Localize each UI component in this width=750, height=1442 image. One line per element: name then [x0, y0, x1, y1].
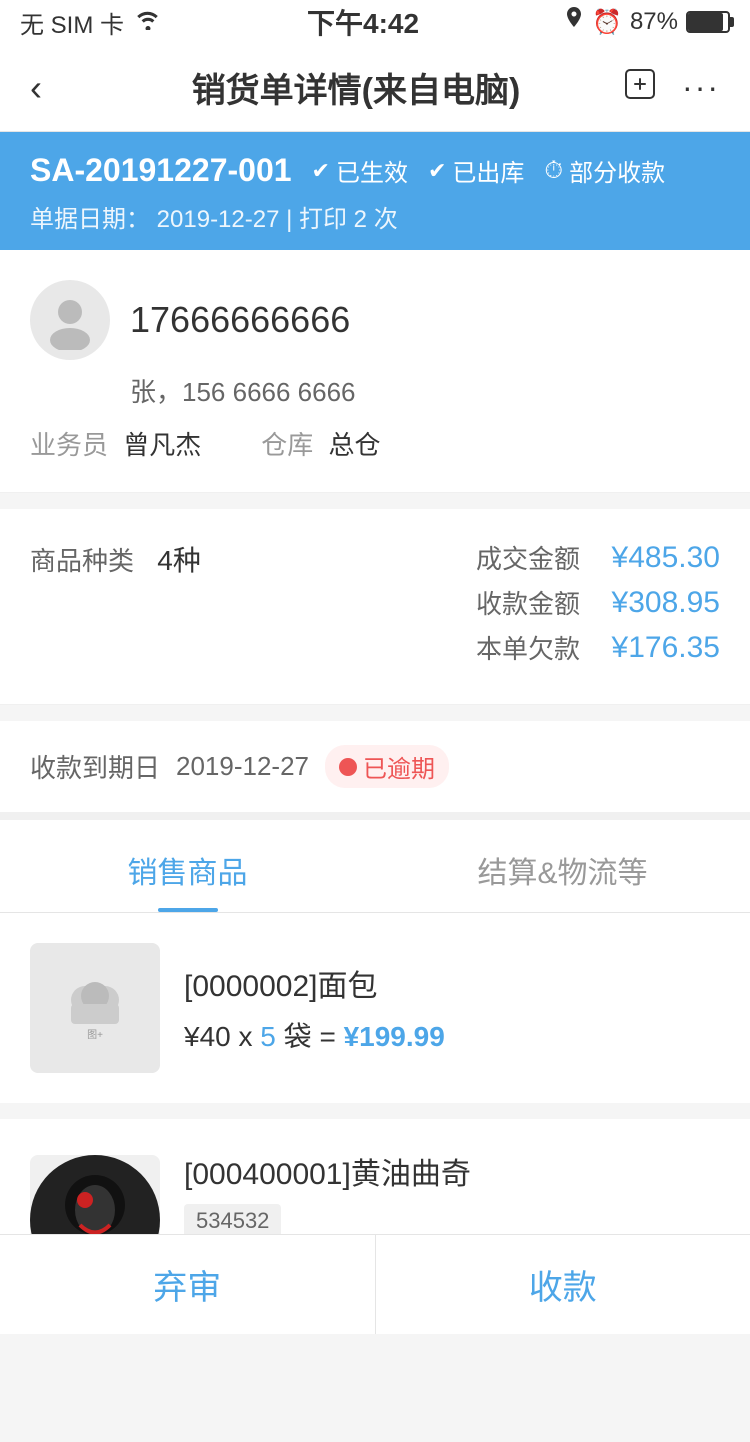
amount-value: ¥485.30	[600, 541, 720, 575]
status-bar: 无 SIM 卡 下午4:42 ⏰ 87%	[0, 0, 750, 44]
check-active-icon: ✔	[312, 158, 330, 184]
warehouse-label: 仓库	[261, 430, 313, 460]
order-header-banner: SA-20191227-001 ✔ 已生效 ✔ 已出库 ⏱ 部分收款 单据日期：…	[0, 132, 750, 250]
nav-right: ···	[622, 66, 720, 109]
no-sim-label: 无 SIM 卡	[20, 5, 124, 40]
product-info-1: [0000002]面包 ¥40 x 5 袋 = ¥199.99	[184, 961, 720, 1055]
battery-percent: 87%	[630, 8, 678, 36]
due-date-section: 收款到期日 2019-12-27 已逾期	[0, 721, 750, 820]
customer-phone: 17666666666	[130, 299, 350, 341]
received-label: 收款金额	[476, 584, 580, 621]
location-icon	[564, 7, 584, 38]
confirm-button[interactable]: 收款	[376, 1235, 750, 1334]
debt-value: ¥176.35	[600, 631, 720, 665]
product-price-1: ¥40 x 5 袋 = ¥199.99	[184, 1015, 720, 1055]
customer-meta: 业务员 曾凡杰 仓库 总仓	[30, 425, 720, 462]
salesman-label: 业务员	[30, 430, 108, 460]
more-icon[interactable]: ···	[682, 69, 720, 106]
tab-settlement[interactable]: 结算&物流等	[375, 820, 750, 912]
amount-label: 成交金额	[476, 539, 580, 576]
wifi-icon	[134, 8, 162, 37]
due-date-value: 2019-12-27	[176, 751, 309, 782]
nav-bar: ‹ 销货单详情(来自电脑) ···	[0, 44, 750, 132]
product-kinds-label: 商品种类 4种	[30, 539, 201, 579]
status-active: ✔ 已生效	[312, 153, 408, 188]
debt-label: 本单欠款	[476, 629, 580, 666]
back-button[interactable]: ‹	[30, 67, 90, 109]
tabs-bar: 销售商品 结算&物流等	[0, 820, 750, 913]
product-name-1: [0000002]面包	[184, 961, 720, 1005]
stats-section: 商品种类 4种 成交金额 ¥485.30 收款金额 ¥308.95 本单欠款 ¥…	[0, 509, 750, 705]
status-shipped: ✔ 已出库	[428, 153, 524, 188]
customer-avatar	[30, 280, 110, 360]
salesman-value: 曾凡杰	[123, 430, 201, 460]
check-shipped-icon: ✔	[428, 158, 446, 184]
svg-text:图+: 图+	[87, 1029, 103, 1041]
bottom-bar: 弃审 收款	[0, 1234, 750, 1334]
tab-sales-products[interactable]: 销售商品	[0, 820, 375, 912]
overdue-badge: 已逾期	[325, 745, 449, 788]
due-date-label: 收款到期日	[30, 748, 160, 785]
cancel-button[interactable]: 弃审	[0, 1235, 376, 1334]
order-date-row: 单据日期： 2019-12-27 | 打印 2 次	[30, 199, 720, 234]
battery-icon	[686, 11, 730, 33]
order-id: SA-20191227-001	[30, 152, 292, 189]
product-name-2: [000400001]黄油曲奇	[184, 1149, 720, 1193]
received-value: ¥308.95	[600, 586, 720, 620]
status-left: 无 SIM 卡	[20, 5, 162, 40]
product-tag-2: 534532	[184, 1204, 281, 1238]
status-right: ⏰ 87%	[564, 7, 730, 38]
clock-icon: ⏱	[544, 157, 563, 185]
customer-section: 17666666666 张，156 6666 6666 业务员 曾凡杰 仓库 总…	[0, 250, 750, 493]
nav-title: 销货单详情(来自电脑)	[90, 63, 622, 112]
product-qty-1: 5	[260, 1021, 276, 1052]
product-total-1: ¥199.99	[344, 1021, 445, 1052]
customer-sub-info: 张，156 6666 6666	[30, 372, 720, 409]
product-thumbnail-1: 图+	[30, 943, 160, 1073]
product-kinds-value: 4种	[157, 545, 201, 576]
status-partial: ⏱ 部分收款	[544, 153, 665, 188]
product-item: 图+ [0000002]面包 ¥40 x 5 袋 = ¥199.99	[0, 913, 750, 1103]
alarm-icon: ⏰	[592, 8, 622, 37]
overdue-text: 已逾期	[363, 749, 435, 784]
share-icon[interactable]	[622, 66, 658, 109]
status-time: 下午4:42	[307, 2, 419, 42]
overdue-dot-icon	[339, 758, 357, 776]
warehouse-value: 总仓	[329, 430, 381, 460]
